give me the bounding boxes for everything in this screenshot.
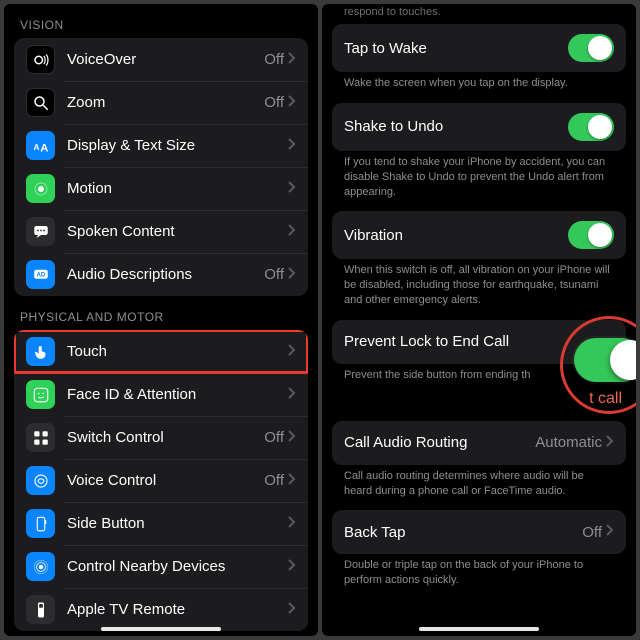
chevron-right-icon [288,515,296,533]
group-tap-to-wake: Tap to Wake [332,24,626,72]
voiceover-icon [26,45,55,74]
voice-control-icon [26,466,55,495]
zoom-icon [26,88,55,117]
desc-tap-to-wake: Wake the screen when you tap on the disp… [322,72,636,103]
row-label: Voice Control [67,472,264,489]
row-apple-tv-remote[interactable]: Apple TV Remote [14,588,308,631]
desc-call-audio-routing: Call audio routing determines where audi… [322,465,636,511]
row-value: Automatic [535,434,602,451]
row-touch[interactable]: Touch [14,330,308,373]
row-label: Face ID & Attention [67,386,288,403]
home-indicator[interactable] [101,627,221,631]
touch-icon [26,337,55,366]
row-label: Spoken Content [67,223,288,240]
apple-tv-remote-icon [26,595,55,624]
desc-back-tap: Double or triple tap on the back of your… [322,554,636,600]
faceid-icon [26,380,55,409]
row-control-nearby[interactable]: Control Nearby Devices [14,545,308,588]
desc-shake: If you tend to shake your iPhone by acci… [322,151,636,212]
chevron-right-icon [288,223,296,241]
chevron-right-icon [288,601,296,619]
touch-settings-pane: respond to touches. Tap to Wake Wake the… [322,4,636,636]
text-size-icon: AA [26,131,55,160]
chevron-right-icon [288,94,296,112]
group-vision: VoiceOver Off Zoom Off AA Display & Text… [14,38,308,296]
row-tap-to-wake[interactable]: Tap to Wake [332,24,626,72]
group-back-tap: Back Tap Off [332,510,626,554]
chevron-right-icon [288,266,296,284]
side-button-icon [26,509,55,538]
section-header-vision: VISION [4,4,318,38]
row-label: Back Tap [344,524,582,541]
row-display-text-size[interactable]: AA Display & Text Size [14,124,308,167]
row-label: VoiceOver [67,51,264,68]
row-faceid[interactable]: Face ID & Attention [14,373,308,416]
chevron-right-icon [288,137,296,155]
desc-vibration: When this switch is off, all vibration o… [322,259,636,320]
row-audio-descriptions[interactable]: AD Audio Descriptions Off [14,253,308,296]
row-value: Off [264,266,284,283]
home-indicator[interactable] [419,627,539,631]
group-shake: Shake to Undo [332,103,626,151]
motion-icon [26,174,55,203]
row-value: Off [264,51,284,68]
chevron-right-icon [606,434,614,452]
ghost-text: t call [589,390,622,408]
row-label: Display & Text Size [67,137,288,154]
switch-control-icon [26,423,55,452]
row-call-audio-routing[interactable]: Call Audio Routing Automatic [332,421,626,465]
row-value: Off [264,94,284,111]
chevron-right-icon [288,472,296,490]
row-shake-to-undo[interactable]: Shake to Undo [332,103,626,151]
nearby-devices-icon [26,552,55,581]
group-call-audio-routing: Call Audio Routing Automatic [332,421,626,465]
row-value: Off [264,472,284,489]
row-label: Prevent Lock to End Call [344,333,566,350]
svg-text:AD: AD [36,272,45,278]
accessibility-settings-pane: VISION VoiceOver Off Zoom Off [4,4,318,636]
row-label: Zoom [67,94,264,111]
toggle-tap-to-wake[interactable] [568,34,614,62]
chevron-right-icon [288,429,296,447]
row-label: Side Button [67,515,288,532]
chevron-right-icon [288,180,296,198]
group-motor: Touch Face ID & Attention Switch Control… [14,330,308,631]
row-voice-control[interactable]: Voice Control Off [14,459,308,502]
row-voiceover[interactable]: VoiceOver Off [14,38,308,81]
row-label: Touch [67,343,288,360]
row-label: Vibration [344,227,568,244]
row-label: Tap to Wake [344,40,568,57]
row-zoom[interactable]: Zoom Off [14,81,308,124]
row-label: Call Audio Routing [344,434,535,451]
row-label: Apple TV Remote [67,601,288,618]
chevron-right-icon [606,523,614,541]
group-vibration: Vibration [332,211,626,259]
chevron-right-icon [288,386,296,404]
row-value: Off [582,524,602,541]
row-back-tap[interactable]: Back Tap Off [332,510,626,554]
row-motion[interactable]: Motion [14,167,308,210]
toggle-vibration[interactable] [568,221,614,249]
cut-description: respond to touches. [322,4,636,24]
row-switch-control[interactable]: Switch Control Off [14,416,308,459]
audio-descriptions-icon: AD [26,260,55,289]
svg-text:A: A [33,142,39,151]
row-vibration[interactable]: Vibration [332,211,626,259]
svg-text:A: A [40,142,48,154]
row-label: Motion [67,180,288,197]
section-header-motor: PHYSICAL AND MOTOR [4,296,318,330]
row-label: Audio Descriptions [67,266,264,283]
row-label: Switch Control [67,429,264,446]
toggle-prevent-lock-end-call[interactable] [574,338,636,382]
row-label: Shake to Undo [344,118,568,135]
chevron-right-icon [288,558,296,576]
row-label: Control Nearby Devices [67,558,288,575]
speech-bubble-icon [26,217,55,246]
toggle-shake-to-undo[interactable] [568,113,614,141]
row-value: Off [264,429,284,446]
chevron-right-icon [288,343,296,361]
row-spoken-content[interactable]: Spoken Content [14,210,308,253]
row-side-button[interactable]: Side Button [14,502,308,545]
chevron-right-icon [288,51,296,69]
